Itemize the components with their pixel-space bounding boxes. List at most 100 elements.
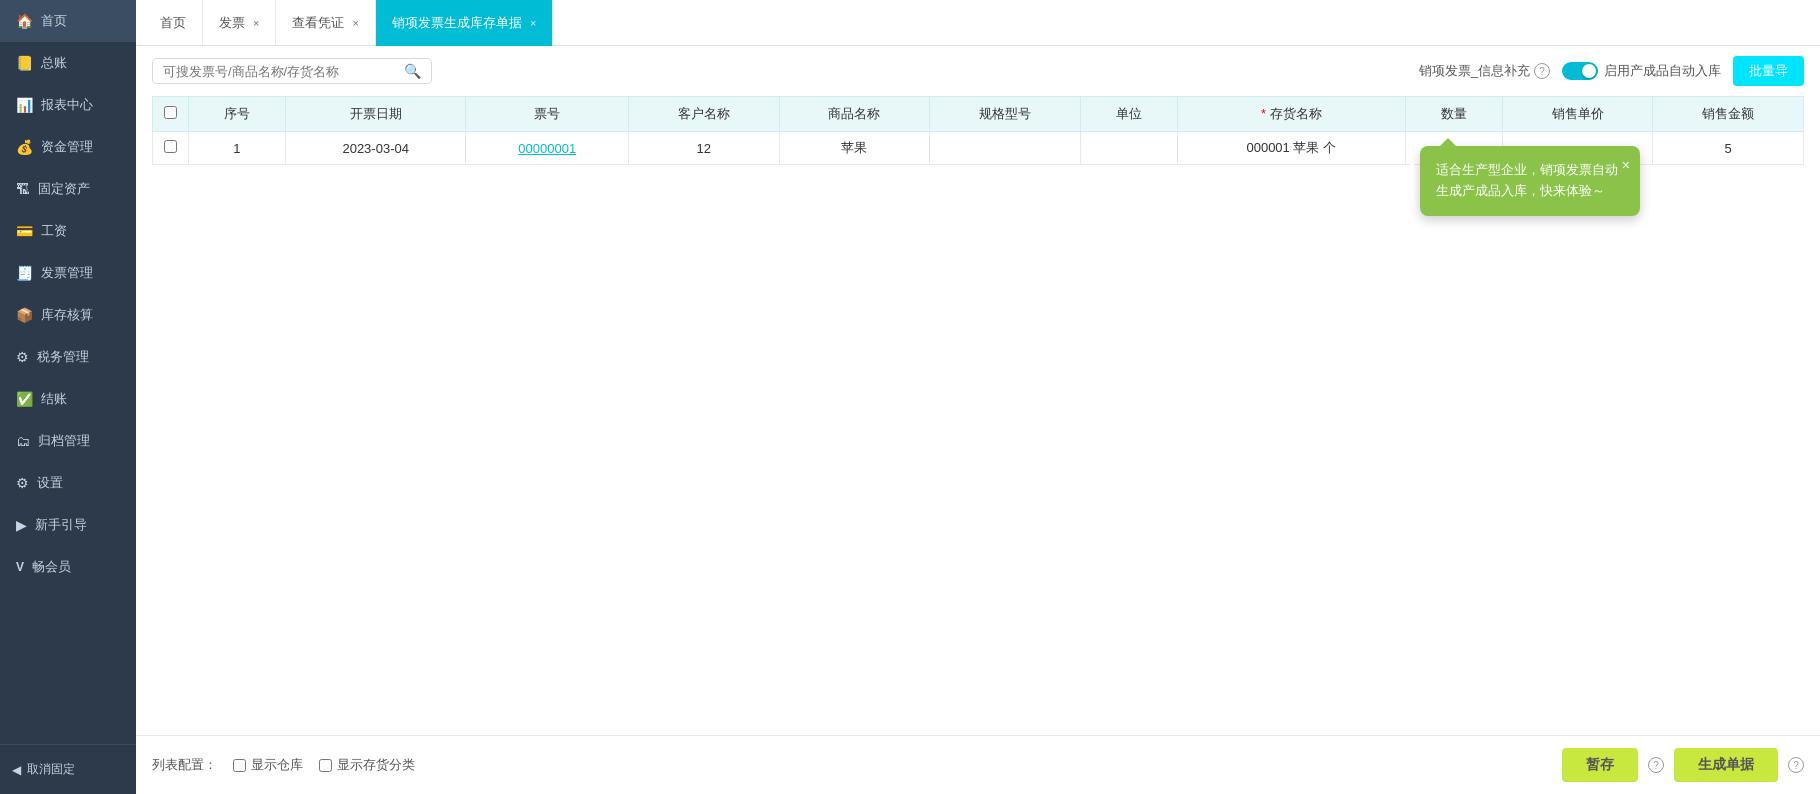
toggle-track [1562,62,1598,80]
tab-invoice[interactable]: 发票 × [203,0,276,46]
sidebar-item-invoice-mgmt[interactable]: 🧾 发票管理 [0,252,136,294]
toolbar-right: 销项发票_信息补充 ? 启用产成品自动入库 批量导 [1419,56,1804,86]
toolbar: 🔍 销项发票_信息补充 ? 启用产成品自动入库 批量导 [136,46,1820,96]
sidebar-item-inventory[interactable]: 📦 库存核算 [0,294,136,336]
tooltip-close-button[interactable]: × [1622,154,1630,176]
batch-button[interactable]: 批量导 [1733,56,1804,86]
sidebar-item-label: 税务管理 [37,348,89,366]
search-icon: 🔍 [404,63,421,79]
sidebar-item-label: 归档管理 [38,432,90,450]
sidebar-item-label: 库存核算 [41,306,93,324]
sidebar-item-home[interactable]: 🏠 首页 [0,0,136,42]
col-amount: 销售金额 [1653,97,1804,132]
save-info-icon[interactable]: ? [1648,757,1664,773]
main-area: 首页 发票 × 查看凭证 × 销项发票生成库存单据 × 🔍 销项发票_信息补充 [136,0,1820,794]
bottom-actions: 暂存 ? 生成单据 ? [1562,748,1804,782]
tab-invoice-close[interactable]: × [253,17,259,29]
tab-home[interactable]: 首页 [144,0,203,46]
sidebar-item-settlement[interactable]: ✅ 结账 [0,378,136,420]
config-label: 列表配置： [152,756,217,774]
show-warehouse-text: 显示仓库 [251,756,303,774]
toggle-container: 启用产成品自动入库 [1562,62,1721,80]
row-checkbox[interactable] [164,140,177,153]
row-amount: 5 [1653,132,1804,165]
save-button[interactable]: 暂存 [1562,748,1638,782]
sidebar-item-ledger[interactable]: 📒 总账 [0,42,136,84]
sidebar-bottom: ◀ 取消固定 [0,744,136,794]
toggle-label: 启用产成品自动入库 [1604,62,1721,80]
tax-icon: ⚙ [16,349,29,365]
sidebar-item-reports[interactable]: 📊 报表中心 [0,84,136,126]
sidebar-item-label: 畅会员 [32,558,71,576]
row-checkbox-cell [153,132,189,165]
home-icon: 🏠 [16,13,33,29]
col-quantity: 数量 [1405,97,1502,132]
sidebar-item-label: 设置 [37,474,63,492]
col-inventory: 存货名称 [1177,97,1405,132]
toggle-switch[interactable] [1562,62,1598,80]
select-all-checkbox[interactable] [164,106,177,119]
cancel-fixed-icon: ◀ [12,763,21,777]
sidebar-item-payroll[interactable]: 💳 工资 [0,210,136,252]
cancel-fixed-button[interactable]: ◀ 取消固定 [0,753,136,786]
search-box[interactable]: 🔍 [152,58,432,84]
tooltip-text: 适合生产型企业，销项发票自动生成产成品入库，快来体验～ [1436,162,1618,198]
tab-home-label: 首页 [160,14,186,32]
invoice-mgmt-icon: 🧾 [16,265,33,281]
sidebar: 🏠 首页 📒 总账 📊 报表中心 💰 资金管理 🏗 固定资产 💳 工资 🧾 发票… [0,0,136,794]
col-checkbox [153,97,189,132]
info-icon[interactable]: ? [1534,63,1550,79]
col-unit: 单位 [1080,97,1177,132]
info-label-text: 销项发票_信息补充 [1419,62,1530,80]
sidebar-item-label: 资金管理 [41,138,93,156]
sidebar-item-label: 发票管理 [41,264,93,282]
row-date: 2023-03-04 [285,132,465,165]
generate-button[interactable]: 生成单据 [1674,748,1778,782]
inventory-icon: 📦 [16,307,33,323]
row-spec [930,132,1081,165]
sidebar-item-tax[interactable]: ⚙ 税务管理 [0,336,136,378]
show-inventory-category-label[interactable]: 显示存货分类 [319,756,415,774]
show-inventory-category-checkbox[interactable] [319,759,332,772]
tooltip-bubble: × 适合生产型企业，销项发票自动生成产成品入库，快来体验～ [1420,146,1640,216]
sidebar-item-assets-mgmt[interactable]: 💰 资金管理 [0,126,136,168]
sidebar-item-guide[interactable]: ▶ 新手引导 [0,504,136,546]
toggle-thumb [1582,64,1596,78]
tab-cancel-invoice-label: 销项发票生成库存单据 [392,14,522,32]
info-label: 销项发票_信息补充 ? [1419,62,1550,80]
assets-icon: 💰 [16,139,33,155]
tab-view-voucher[interactable]: 查看凭证 × [276,0,375,46]
sidebar-item-settings[interactable]: ⚙ 设置 [0,462,136,504]
row-ticket-no[interactable]: 00000001 [466,132,629,165]
show-warehouse-checkbox[interactable] [233,759,246,772]
tab-cancel-invoice[interactable]: 销项发票生成库存单据 × [376,0,553,46]
show-warehouse-label[interactable]: 显示仓库 [233,756,303,774]
cancel-fixed-label: 取消固定 [27,761,75,778]
col-ticket-no: 票号 [466,97,629,132]
tab-bar: 首页 发票 × 查看凭证 × 销项发票生成库存单据 × [136,0,1820,46]
tab-view-voucher-close[interactable]: × [352,17,358,29]
reports-icon: 📊 [16,97,33,113]
col-spec: 规格型号 [930,97,1081,132]
sidebar-item-label: 结账 [41,390,67,408]
settlement-icon: ✅ [16,391,33,407]
sidebar-item-label: 报表中心 [41,96,93,114]
generate-info-icon[interactable]: ? [1788,757,1804,773]
sidebar-item-fixed-assets[interactable]: 🏗 固定资产 [0,168,136,210]
col-date: 开票日期 [285,97,465,132]
archive-icon: 🗂 [16,433,30,449]
sidebar-item-archive[interactable]: 🗂 归档管理 [0,420,136,462]
search-input[interactable] [163,64,396,79]
tab-view-voucher-label: 查看凭证 [292,14,344,32]
col-seq: 序号 [189,97,286,132]
col-price: 销售单价 [1502,97,1653,132]
sidebar-item-vip[interactable]: V 畅会员 [0,546,136,588]
tab-cancel-invoice-close[interactable]: × [530,17,536,29]
payroll-icon: 💳 [16,223,33,239]
tab-invoice-label: 发票 [219,14,245,32]
tooltip-indicator [1410,161,1414,201]
col-customer: 客户名称 [629,97,780,132]
list-config: 列表配置： 显示仓库 显示存货分类 [152,756,415,774]
show-inventory-category-text: 显示存货分类 [337,756,415,774]
settings-icon: ⚙ [16,475,29,491]
